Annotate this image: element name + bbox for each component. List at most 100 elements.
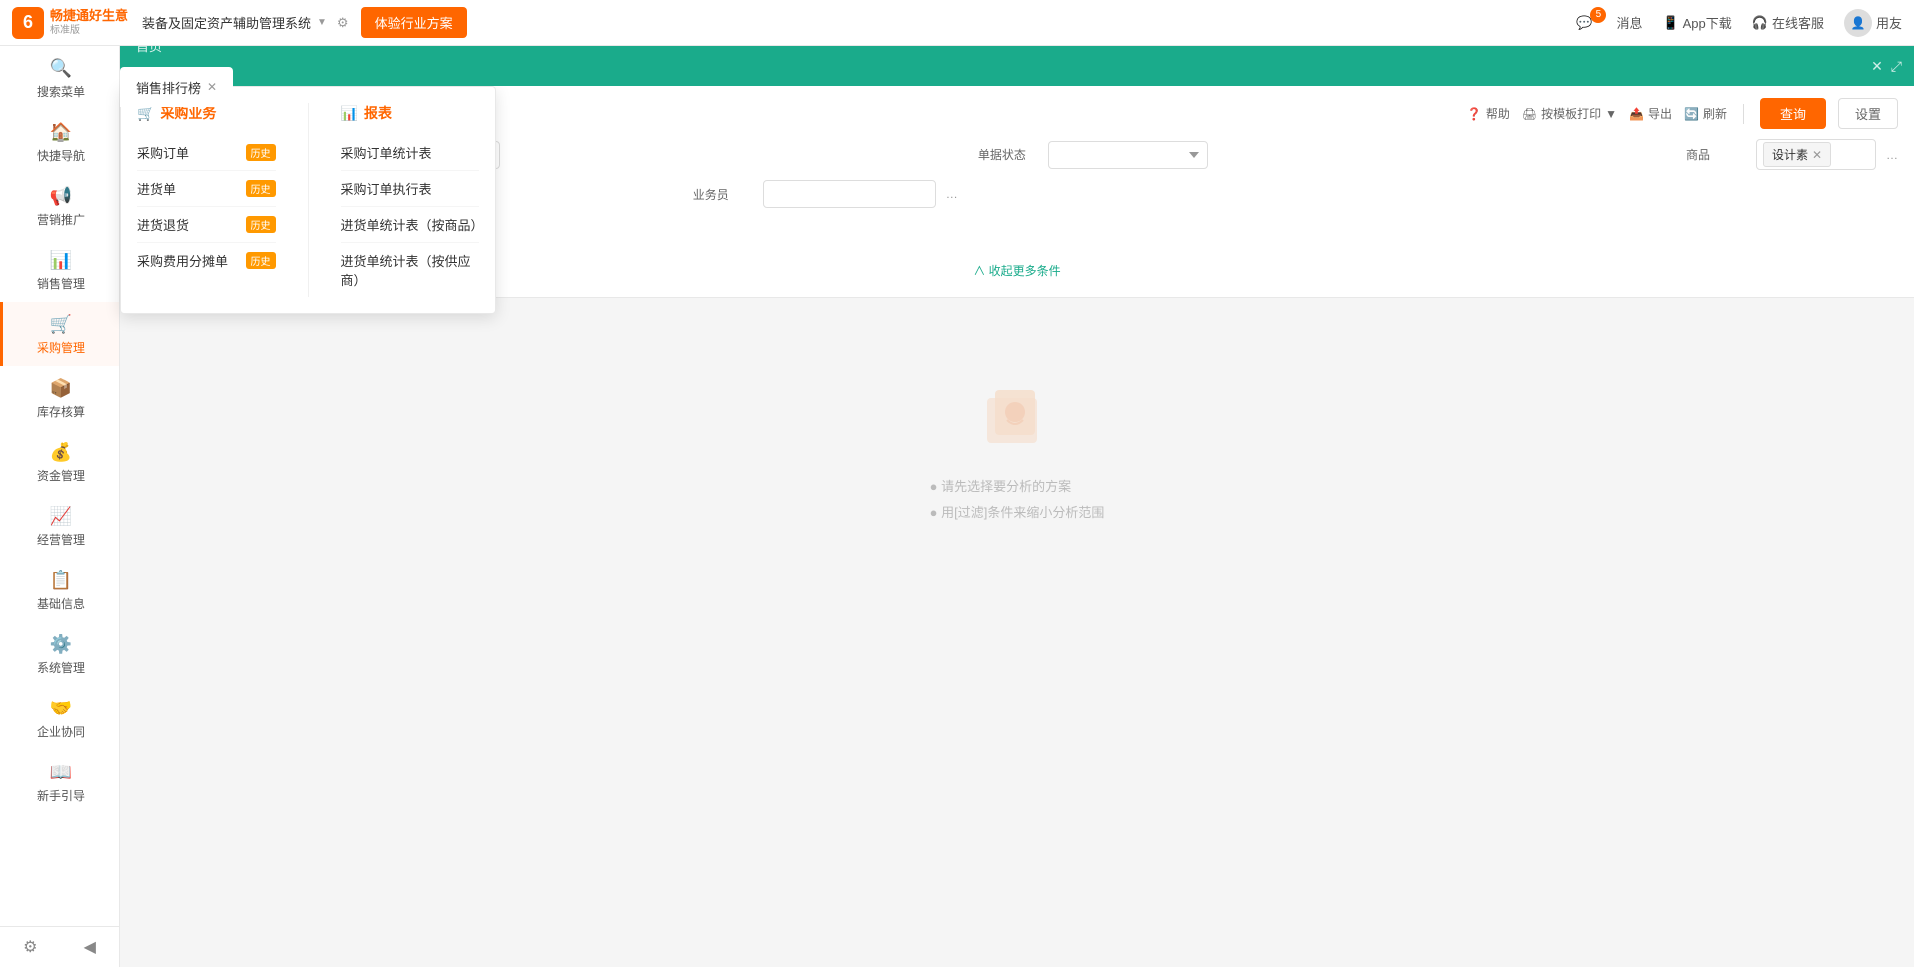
tab-close-all-icon[interactable]: ✕ xyxy=(1871,58,1883,75)
report-col-icon: 📊 xyxy=(341,105,358,122)
sidebar-item-inventory[interactable]: 📦库存核算 xyxy=(0,366,119,430)
report-item-采购订单执行表[interactable]: 采购订单执行表 xyxy=(341,171,480,207)
tab-bar-right: ✕ ⤢ xyxy=(1871,58,1914,75)
dropdown-menu: 🛒 采购业务 采购订单历史进货单历史进货退货历史采购费用分摊单历史 📊 报表 采… xyxy=(120,86,496,314)
logo-main: 畅捷通好生意 xyxy=(50,8,128,25)
purchase-item-label: 采购费用分摊单 xyxy=(137,251,228,270)
report-item-进货单统计表（按供应商）[interactable]: 进货单统计表（按供应商） xyxy=(341,243,480,297)
goods-filter-container: 设计素 ✕ xyxy=(1756,139,1876,170)
purchase-item-采购订单[interactable]: 采购订单 历史 xyxy=(137,135,276,171)
purchase-items: 采购订单历史进货单历史进货退货历史采购费用分摊单历史 xyxy=(137,135,276,278)
report-items: 采购订单统计表采购订单执行表进货单统计表（按商品） 进货单统计表（按供应商） xyxy=(341,135,480,297)
sidebar-label-sales: 销售管理 xyxy=(37,275,85,292)
history-badge[interactable]: 历史 xyxy=(246,252,276,269)
tab-expand-icon[interactable]: ⤢ xyxy=(1891,58,1902,75)
sidebar-item-quick-nav[interactable]: 🏠快捷导航 xyxy=(0,110,119,174)
salesperson-input[interactable] xyxy=(763,180,936,208)
sidebar-footer: ⚙ ◀ xyxy=(0,926,119,967)
report-col-label: 报表 xyxy=(364,103,392,123)
collapse-icon: ∧ xyxy=(973,264,985,278)
sidebar-item-system[interactable]: ⚙️ 系统管理 xyxy=(0,622,119,686)
tab-销售排行榜[interactable]: 销售排行榜✕ xyxy=(120,67,233,107)
purchase-item-label: 进货单 xyxy=(137,179,176,198)
sidebar-item-sales[interactable]: 📊 销售管理 xyxy=(0,238,119,302)
query-button[interactable]: 查询 xyxy=(1760,98,1826,129)
settings-icon[interactable]: ⚙ xyxy=(337,15,349,31)
dropdown-report-title: 📊 报表 xyxy=(341,103,480,123)
tab-bar: 首页销售排行榜✕ ✕ ⤢ xyxy=(120,46,1914,86)
sidebar-item-operations[interactable]: 📈经营管理 xyxy=(0,494,119,558)
user-item[interactable]: 👤 用友 xyxy=(1844,9,1902,37)
purchase-item-进货退货[interactable]: 进货退货 历史 xyxy=(137,207,276,243)
print-btn[interactable]: 🖨 按模板打印 ▼ xyxy=(1522,105,1617,122)
report-item-进货单统计表（按商品）[interactable]: 进货单统计表（按商品） xyxy=(341,207,480,243)
app-download-item[interactable]: 📱 App下载 xyxy=(1662,13,1731,32)
purchase-item-进货单[interactable]: 进货单 历史 xyxy=(137,171,276,207)
message-item[interactable]: 💬 5 消息 xyxy=(1576,13,1642,32)
goods-tag: 设计素 ✕ xyxy=(1763,142,1831,167)
help-icon: ❓ xyxy=(1467,107,1482,121)
user-avatar: 👤 xyxy=(1844,9,1872,37)
guide-icon: 📖 xyxy=(50,762,72,783)
sidebar-label-search: 搜索菜单 xyxy=(37,83,85,100)
sidebar-item-cooperation[interactable]: 🤝企业协同 xyxy=(0,686,119,750)
trial-button[interactable]: 体验行业方案 xyxy=(361,7,467,38)
export-label: 导出 xyxy=(1648,105,1672,122)
purchase-item-label: 采购订单 xyxy=(137,143,189,162)
marketing-icon: 📢 xyxy=(50,186,72,207)
refresh-label: 刷新 xyxy=(1703,105,1727,122)
sidebar-items-container: 🔍搜索菜单🏠快捷导航 📢 营销推广 📊 销售管理 🛒采购管理📦库存核算 💰 资金管理 📈经营管理… xyxy=(0,46,119,814)
report-item-label: 进货单统计表（按商品） xyxy=(341,215,480,234)
toolbar-divider xyxy=(1743,104,1744,124)
sales-icon: 📊 xyxy=(50,250,72,271)
user-label: 用友 xyxy=(1876,13,1902,32)
print-arrow: ▼ xyxy=(1605,107,1617,121)
sidebar-item-finance[interactable]: 💰 资金管理 xyxy=(0,430,119,494)
refresh-icon: 🔄 xyxy=(1684,107,1699,121)
sidebar-collapse-button[interactable]: ◀ xyxy=(84,937,96,957)
sidebar-label-system: 系统管理 xyxy=(37,659,85,676)
goods-tag-remove[interactable]: ✕ xyxy=(1812,148,1822,162)
help-btn[interactable]: ❓ 帮助 xyxy=(1467,105,1510,122)
online-service-item[interactable]: 🎧 在线客服 xyxy=(1752,13,1824,32)
dropdown-divider xyxy=(308,103,309,297)
empty-text-1: ● 请先选择要分析的方案 ● 用[过滤]条件来缩小分析范围 xyxy=(930,474,1105,526)
setting-button[interactable]: 设置 xyxy=(1838,98,1898,129)
headset-icon: 🎧 xyxy=(1752,15,1768,31)
history-badge[interactable]: 历史 xyxy=(246,144,276,161)
sidebar-settings-button[interactable]: ⚙ xyxy=(23,937,37,957)
order-status-select[interactable] xyxy=(1048,141,1208,169)
system-icon: ⚙️ xyxy=(50,634,72,655)
logo-text: 畅捷通好生意 标准版 xyxy=(50,8,128,38)
purchase-item-label: 进货退货 xyxy=(137,215,189,234)
sidebar-label-marketing: 营销推广 xyxy=(37,211,85,228)
sidebar-label-operations: 经营管理 xyxy=(37,531,85,548)
sidebar-item-guide[interactable]: 📖新手引导 xyxy=(0,750,119,814)
salesperson-more[interactable]: … xyxy=(946,187,958,201)
report-item-label: 进货单统计表（按供应商） xyxy=(341,251,480,289)
tab-close-btn[interactable]: ✕ xyxy=(207,80,217,94)
sidebar-label-cooperation: 企业协同 xyxy=(37,723,85,740)
sidebar-item-basic-info[interactable]: 📋基础信息 xyxy=(0,558,119,622)
basic-info-icon: 📋 xyxy=(50,570,72,591)
finance-icon: 💰 xyxy=(50,442,72,463)
top-header: 6 畅捷通好生意 标准版 装备及固定资产辅助管理系统 ▼ ⚙ 体验行业方案 💬 … xyxy=(0,0,1914,46)
sidebar-item-purchase[interactable]: 🛒采购管理 xyxy=(0,302,119,366)
report-item-label: 采购订单执行表 xyxy=(341,179,432,198)
print-icon: 🖨 xyxy=(1522,107,1537,121)
refresh-btn[interactable]: 🔄 刷新 xyxy=(1684,105,1727,122)
empty-state: ● 请先选择要分析的方案 ● 用[过滤]条件来缩小分析范围 xyxy=(120,298,1914,606)
report-item-label: 采购订单统计表 xyxy=(341,143,432,162)
sidebar-item-marketing[interactable]: 📢 营销推广 xyxy=(0,174,119,238)
empty-illustration xyxy=(977,378,1057,458)
history-badge[interactable]: 历史 xyxy=(246,216,276,233)
purchase-item-采购费用分摊单[interactable]: 采购费用分摊单 历史 xyxy=(137,243,276,278)
sidebar-item-search[interactable]: 🔍搜索菜单 xyxy=(0,46,119,110)
sidebar-label-finance: 资金管理 xyxy=(37,467,85,484)
report-item-采购订单统计表[interactable]: 采购订单统计表 xyxy=(341,135,480,171)
goods-more[interactable]: … xyxy=(1886,148,1898,162)
system-title-arrow[interactable]: ▼ xyxy=(317,17,327,28)
system-title-text: 装备及固定资产辅助管理系统 xyxy=(142,13,311,32)
history-badge[interactable]: 历史 xyxy=(246,180,276,197)
export-btn[interactable]: 📤 导出 xyxy=(1629,105,1672,122)
